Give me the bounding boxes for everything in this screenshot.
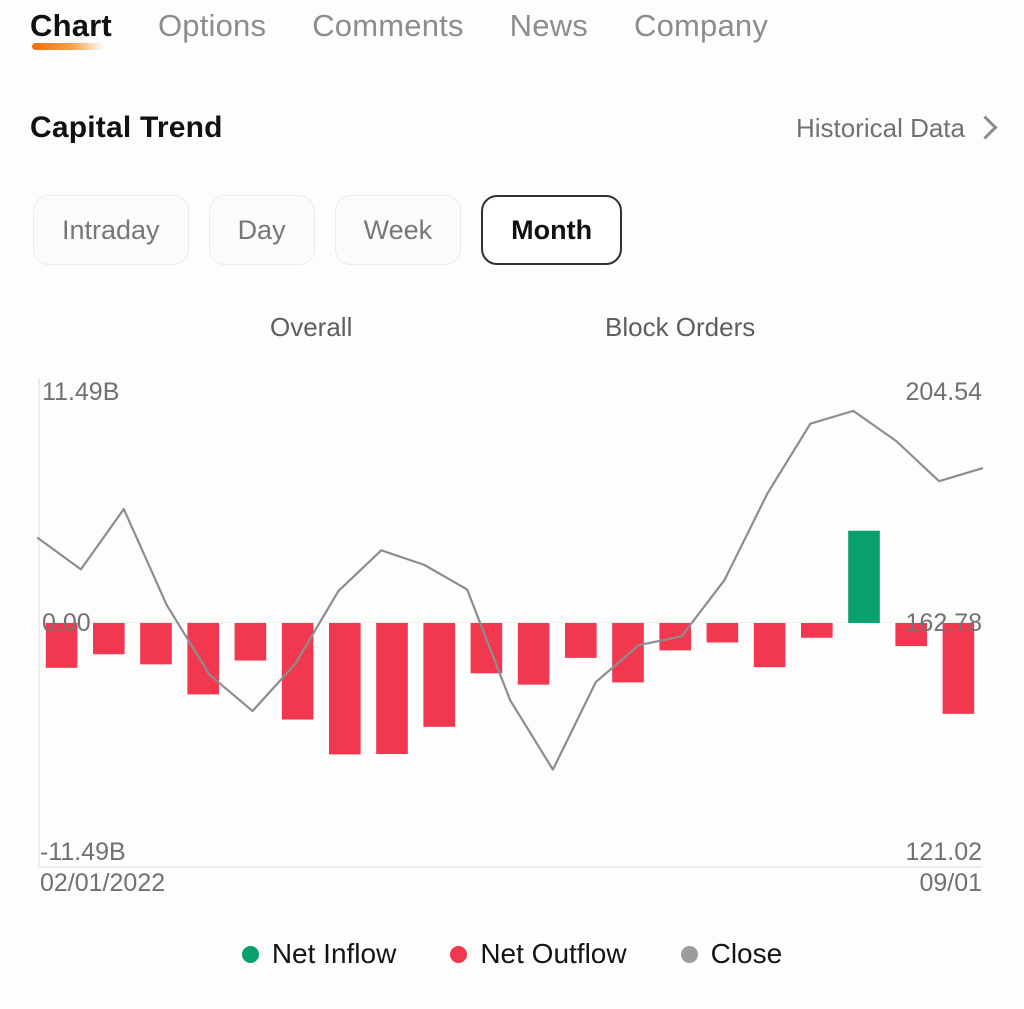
chart-bar[interactable] — [517, 623, 550, 685]
chart-bar[interactable] — [281, 623, 314, 720]
chart-bar[interactable] — [140, 623, 172, 665]
chart-legend: Net Inflow Net Outflow Close — [0, 938, 1024, 970]
legend-label-net-inflow: Net Inflow — [271, 938, 397, 969]
legend-item-close[interactable]: Close — [680, 938, 783, 970]
axis-label-mid-left: 0.00 — [42, 609, 91, 637]
legend-dot-close-icon — [680, 945, 698, 963]
close-line-path — [36, 409, 984, 771]
axis-label-top-right: 204.54 — [905, 378, 982, 406]
legend-dot-net-outflow-icon — [450, 945, 468, 963]
chart-bar[interactable] — [423, 623, 456, 727]
chart-bar[interactable] — [234, 623, 267, 661]
chart-bar[interactable] — [800, 623, 833, 638]
chart-bar[interactable] — [753, 623, 786, 668]
axis-date-right: 09/01 — [919, 869, 982, 897]
chart-bar[interactable] — [848, 530, 880, 623]
chart-bar[interactable] — [564, 623, 597, 658]
chart-bar[interactable] — [376, 623, 408, 754]
axis-label-bottom-left: -11.49B — [40, 838, 126, 866]
chart-bar[interactable] — [92, 623, 125, 655]
capital-trend-screen: Chart Options Comments News Company Capi… — [0, 0, 1024, 1009]
legend-item-net-inflow[interactable]: Net Inflow — [241, 938, 397, 970]
chart-bar[interactable] — [328, 623, 361, 755]
chart-bar[interactable] — [187, 623, 220, 695]
axis-date-left: 02/01/2022 — [40, 869, 166, 897]
axis-label-top-left: 11.49B — [42, 378, 120, 406]
chart-bar[interactable] — [612, 623, 644, 683]
legend-dot-net-inflow-icon — [241, 945, 259, 963]
axis-label-bottom-right: 121.02 — [905, 838, 982, 866]
legend-label-net-outflow: Net Outflow — [480, 938, 627, 969]
legend-item-net-outflow[interactable]: Net Outflow — [450, 938, 627, 970]
chart-bar[interactable] — [706, 623, 739, 643]
axis-label-mid-right: 162.78 — [905, 609, 982, 637]
legend-label-close: Close — [710, 938, 783, 969]
capital-trend-chart[interactable] — [0, 0, 1024, 1009]
chart-bars-group — [45, 530, 975, 755]
